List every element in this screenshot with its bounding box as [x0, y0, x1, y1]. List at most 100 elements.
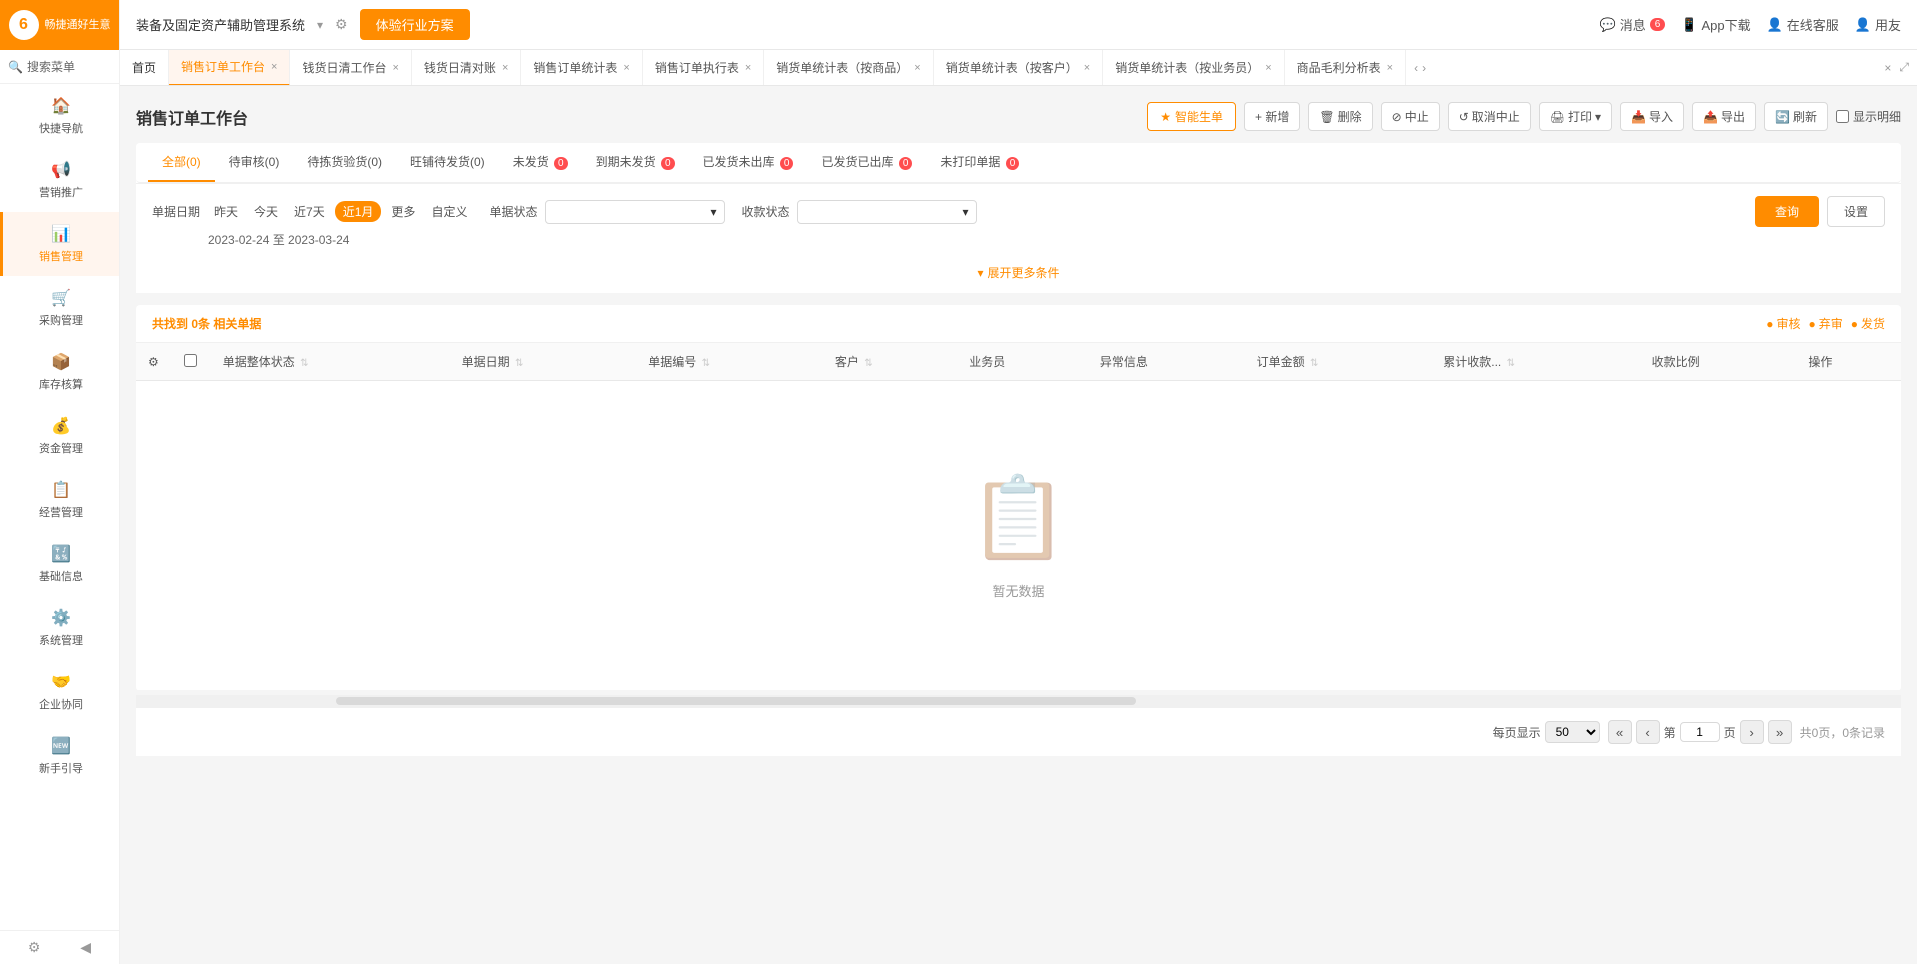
sort-date-icon[interactable]: ⇅	[515, 358, 523, 369]
print-btn[interactable]: 🖨 打印 ▾	[1539, 102, 1612, 131]
horizontal-scrollbar[interactable]	[136, 695, 1901, 707]
stop-btn[interactable]: ⊘ 中止	[1381, 102, 1440, 131]
show-detail-checkbox[interactable]	[1836, 110, 1849, 123]
status-select[interactable]: ▾	[545, 200, 725, 224]
settings-icon[interactable]: ⚙	[148, 355, 159, 369]
sidebar-search[interactable]: 🔍 搜索菜单	[0, 50, 119, 84]
industry-btn[interactable]: 体验行业方案	[360, 9, 470, 40]
online-service-btn[interactable]: 👤 在线客服	[1767, 15, 1839, 34]
select-all-checkbox[interactable]	[184, 354, 197, 367]
setting-btn[interactable]: 设置	[1827, 196, 1885, 227]
filter-tab-not-printed[interactable]: 未打印单据 0	[926, 143, 1033, 182]
sidebar-item-quick-nav[interactable]: 🏠 快捷导航	[0, 84, 119, 148]
expand-label: 展开更多条件	[988, 264, 1060, 281]
review-label: 审核	[1776, 315, 1800, 332]
sort-status-icon[interactable]: ⇅	[300, 358, 308, 369]
tab-home[interactable]: 首页	[120, 50, 169, 86]
filter-tab-shipped-out[interactable]: 已发货已出库 0	[807, 143, 926, 182]
sidebar-item-finance[interactable]: 💰 资金管理	[0, 404, 119, 468]
import-btn[interactable]: 📥 导入	[1620, 102, 1684, 131]
tab-cash-reconcile[interactable]: 钱货日清对账 ×	[412, 50, 521, 86]
sidebar-item-operations[interactable]: 📋 经营管理	[0, 468, 119, 532]
sidebar-item-inventory[interactable]: 📦 库存核算	[0, 340, 119, 404]
tab-close-all-icon[interactable]: ×	[1884, 61, 1891, 75]
sidebar-item-basic-info[interactable]: 🔣 基础信息	[0, 532, 119, 596]
export-btn[interactable]: 📤 导出	[1692, 102, 1756, 131]
tab-cash-daily[interactable]: 钱货日清工作台 ×	[290, 50, 411, 86]
page-input[interactable]	[1680, 722, 1720, 742]
system-dropdown-icon[interactable]: ▾	[317, 18, 323, 32]
review-btn[interactable]: ● 审核	[1766, 315, 1800, 332]
add-btn[interactable]: + 新增	[1244, 102, 1300, 131]
sort-customer-icon[interactable]: ⇅	[864, 358, 872, 369]
date-7days-btn[interactable]: 近7天	[288, 201, 331, 222]
sidebar-item-guide[interactable]: 🆕 新手引导	[0, 724, 119, 788]
ship-btn[interactable]: ● 发货	[1851, 315, 1885, 332]
page-prev-btn[interactable]: ‹	[1636, 720, 1660, 744]
show-detail-checkbox-label[interactable]: 显示明细	[1836, 108, 1901, 125]
tab-sales-stat[interactable]: 销售订单统计表 ×	[521, 50, 642, 86]
tab-sales-exec[interactable]: 销售订单执行表 ×	[643, 50, 764, 86]
delete-btn[interactable]: 🗑 删除	[1308, 102, 1372, 131]
user-btn[interactable]: 👤 用友	[1855, 15, 1901, 34]
tab-prev-icon[interactable]: ‹	[1414, 61, 1418, 75]
filter-tab-pending-inspect[interactable]: 待拣货验货(0)	[293, 143, 396, 182]
tab-sales-workbench[interactable]: 销售订单工作台 ×	[169, 50, 290, 86]
page-first-btn[interactable]: «	[1608, 720, 1632, 744]
tabbar-nav: ‹ ›	[1406, 61, 1434, 75]
date-today-btn[interactable]: 今天	[248, 201, 284, 222]
tab-margin[interactable]: 商品毛利分析表 ×	[1285, 50, 1406, 86]
cancel-stop-btn[interactable]: ↺ 取消中止	[1448, 102, 1531, 131]
sort-collected-icon[interactable]: ⇅	[1507, 358, 1515, 369]
date-yesterday-btn[interactable]: 昨天	[208, 201, 244, 222]
tab-margin-close[interactable]: ×	[1387, 62, 1393, 74]
date-custom-btn[interactable]: 自定义	[425, 201, 473, 222]
sidebar-item-purchase[interactable]: 🛒 采购管理	[0, 276, 119, 340]
tab-sales-staff-close[interactable]: ×	[1265, 62, 1271, 74]
sidebar-collapse-btn[interactable]: ◀	[80, 939, 91, 956]
filter-tab-wangpu[interactable]: 旺铺待发货(0)	[396, 143, 499, 182]
cancel-review-btn[interactable]: ● 弃审	[1808, 315, 1842, 332]
message-btn[interactable]: 💬 消息 6	[1600, 15, 1666, 34]
sidebar-item-enterprise[interactable]: 🤝 企业协同	[0, 660, 119, 724]
page-last-btn[interactable]: »	[1768, 720, 1792, 744]
tab-sales-customer[interactable]: 销货单统计表（按客户） ×	[934, 50, 1103, 86]
page-size-select[interactable]: 50 10 20 100	[1545, 721, 1600, 743]
tab-expand-icon[interactable]: ⤢	[1899, 60, 1909, 75]
tab-sales-workbench-close[interactable]: ×	[271, 61, 277, 73]
sidebar-item-system[interactable]: ⚙️ 系统管理	[0, 596, 119, 660]
tab-next-icon[interactable]: ›	[1422, 61, 1426, 75]
filter-tab-shipped-not-out[interactable]: 已发货未出库 0	[689, 143, 808, 182]
filter-tab-all[interactable]: 全部(0)	[148, 143, 215, 182]
tab-sales-product[interactable]: 销货单统计表（按商品） ×	[764, 50, 933, 86]
sidebar-item-marketing[interactable]: 📢 营销推广	[0, 148, 119, 212]
refresh-btn[interactable]: 🔄 刷新	[1764, 102, 1828, 131]
sidebar-settings-btn[interactable]: ⚙	[28, 939, 41, 956]
tab-sales-exec-close[interactable]: ×	[745, 62, 751, 74]
smart-generate-btn[interactable]: ★ 智能生单	[1147, 102, 1236, 131]
filter-tab-not-shipped[interactable]: 未发货 0	[499, 143, 582, 182]
system-settings-icon[interactable]: ⚙	[335, 16, 348, 33]
tab-cash-reconcile-close[interactable]: ×	[502, 62, 508, 74]
sidebar-item-sales[interactable]: 📊 销售管理	[0, 212, 119, 276]
search-btn[interactable]: 查询	[1755, 196, 1819, 227]
page-next-btn[interactable]: ›	[1740, 720, 1764, 744]
payment-select[interactable]: ▾	[797, 200, 977, 224]
tab-sales-customer-close[interactable]: ×	[1084, 62, 1090, 74]
sort-number-icon[interactable]: ⇅	[702, 358, 710, 369]
date-1month-btn[interactable]: 近1月	[335, 201, 382, 222]
app-download-btn[interactable]: 📱 App下载	[1681, 15, 1750, 34]
tab-cash-daily-close[interactable]: ×	[392, 62, 398, 74]
filter-tab-expired[interactable]: 到期未发货 0	[582, 143, 689, 182]
tab-sales-staff[interactable]: 销货单统计表（按业务员） ×	[1103, 50, 1284, 86]
filter-tab-pending-review[interactable]: 待审核(0)	[215, 143, 294, 182]
tab-sales-product-close[interactable]: ×	[914, 62, 920, 74]
message-icon: 💬	[1600, 17, 1616, 33]
filter-tab-shipped-out-label: 已发货已出库	[821, 155, 893, 169]
sort-amount-icon[interactable]: ⇅	[1310, 358, 1318, 369]
import-icon: 📥	[1631, 110, 1646, 124]
date-more-btn[interactable]: 更多	[385, 201, 421, 222]
tab-sales-stat-close[interactable]: ×	[623, 62, 629, 74]
expand-conditions-btn[interactable]: ▾ 展开更多条件	[977, 256, 1059, 281]
th-amount-label: 订单金额	[1257, 355, 1305, 369]
